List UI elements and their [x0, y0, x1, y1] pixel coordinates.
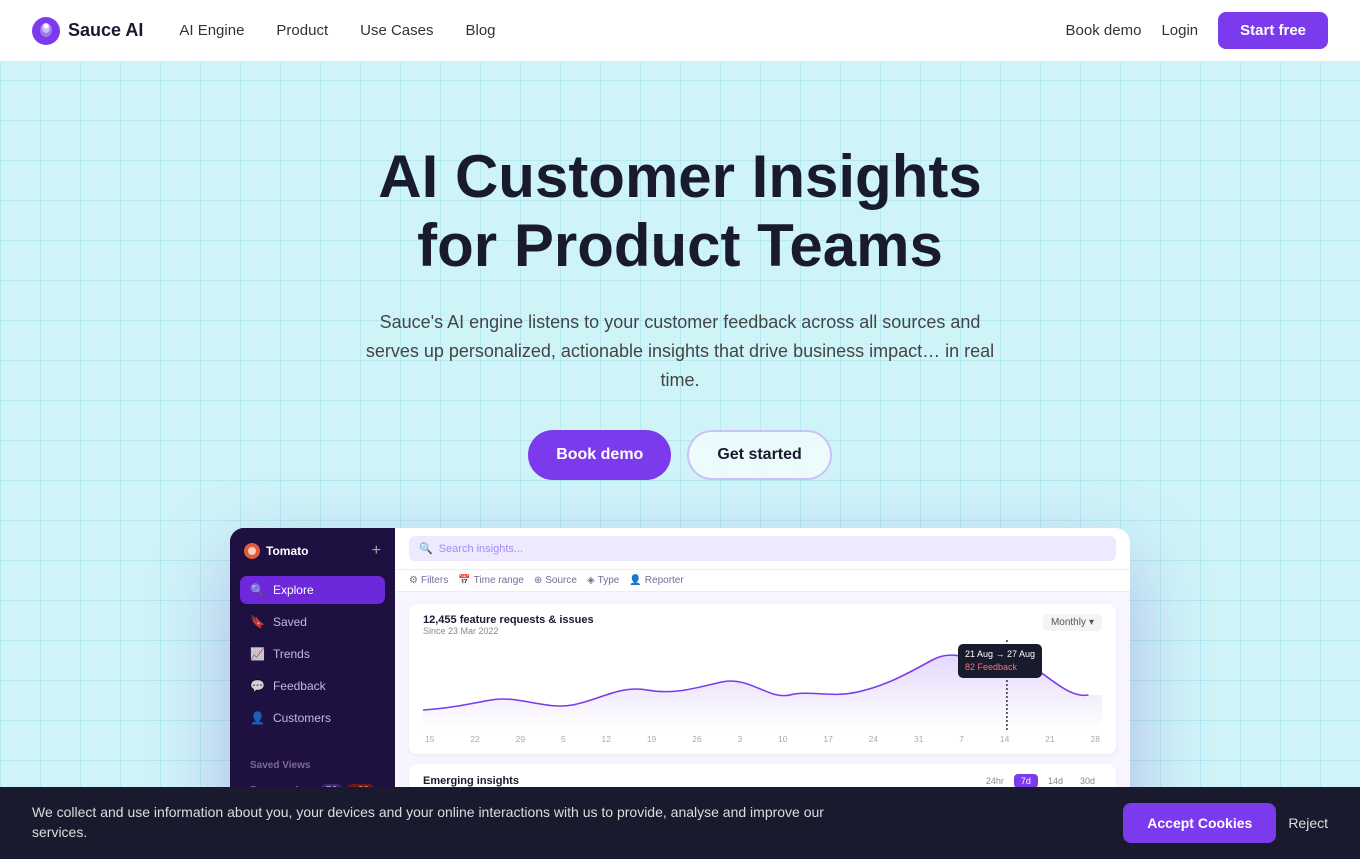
nav-ai-engine[interactable]: AI Engine	[179, 22, 244, 39]
tooltip-date: 21 Aug → 27 Aug	[965, 648, 1035, 661]
saved-icon: 🔖	[250, 615, 265, 629]
nav-login[interactable]: Login	[1161, 22, 1198, 39]
filter-type-label: Type	[598, 575, 620, 586]
reject-cookies-button[interactable]: Reject	[1288, 815, 1328, 831]
source-icon: ⊕	[534, 575, 542, 586]
sidebar-item-feedback[interactable]: 💬 Feedback	[240, 672, 385, 700]
reporter-icon: 👤	[629, 575, 641, 586]
sidebar-item-saved[interactable]: 🔖 Saved	[240, 608, 385, 636]
hero-book-demo-button[interactable]: Book demo	[528, 430, 671, 480]
xaxis-3: 3	[737, 734, 742, 744]
chart-x-axis: 15 22 29 5 12 19 26 3 10 17 24 31	[423, 734, 1102, 744]
xaxis-12: 12	[602, 734, 611, 744]
xaxis-10: 10	[778, 734, 787, 744]
chart-title-wrap: 12,455 feature requests & issues Since 2…	[423, 614, 594, 636]
sidebar-item-customers-label: Customers	[273, 711, 331, 725]
hero-buttons: Book demo Get started	[360, 430, 1000, 480]
chart-area: 21 Aug → 27 Aug 82 Feedback	[423, 640, 1102, 730]
sidebar-header: Tomato +	[240, 542, 385, 560]
calendar-icon: 📅	[458, 575, 470, 586]
xaxis-21: 21	[1045, 734, 1054, 744]
app-toolbar: 🔍 Search insights...	[395, 528, 1130, 570]
search-placeholder: Search insights...	[439, 543, 523, 555]
type-icon: ◈	[587, 575, 595, 586]
xaxis-24: 24	[869, 734, 878, 744]
nav-product[interactable]: Product	[276, 22, 328, 39]
filter-time-range[interactable]: 📅 Time range	[458, 575, 524, 586]
xaxis-17: 17	[823, 734, 832, 744]
sidebar-item-trends[interactable]: 📈 Trends	[240, 640, 385, 668]
filter-reporter[interactable]: 👤 Reporter	[629, 575, 683, 586]
chevron-down-icon: ▾	[1089, 617, 1094, 628]
xaxis-14: 14	[1000, 734, 1009, 744]
chart-subtitle: Since 23 Mar 2022	[423, 626, 594, 636]
nav-left: Sauce AI AI Engine Product Use Cases Blo…	[32, 17, 496, 45]
filter-source-label: Source	[545, 575, 577, 586]
sidebar-item-customers[interactable]: 👤 Customers	[240, 704, 385, 732]
sidebar-brand: Tomato	[244, 543, 308, 559]
cookie-banner: We collect and use information about you…	[0, 787, 1360, 859]
trends-icon: 📈	[250, 647, 265, 661]
sauce-logo-icon	[32, 17, 60, 45]
filter-bar: ⚙ Filters 📅 Time range ⊕ Source ◈ Type	[395, 570, 1130, 592]
sidebar-add-icon[interactable]: +	[372, 542, 381, 560]
cookie-text: We collect and use information about you…	[32, 803, 832, 842]
sidebar-item-trends-label: Trends	[273, 647, 310, 661]
chart-header: 12,455 feature requests & issues Since 2…	[423, 614, 1102, 636]
saved-views-label: Saved Views	[240, 756, 385, 775]
hero-title: AI Customer Insights for Product Teams	[360, 142, 1000, 280]
chart-period-selector[interactable]: Monthly ▾	[1043, 614, 1102, 631]
logo[interactable]: Sauce AI	[32, 17, 143, 45]
navigation: Sauce AI AI Engine Product Use Cases Blo…	[0, 0, 1360, 62]
sidebar-item-saved-label: Saved	[273, 615, 307, 629]
xaxis-26: 26	[692, 734, 701, 744]
nav-use-cases[interactable]: Use Cases	[360, 22, 433, 39]
cookie-buttons: Accept Cookies Reject	[1123, 803, 1328, 843]
xaxis-22: 22	[470, 734, 479, 744]
xaxis-29: 29	[516, 734, 525, 744]
filter-icon: ⚙	[409, 575, 418, 586]
xaxis-31: 31	[914, 734, 923, 744]
chart-title: 12,455 feature requests & issues	[423, 614, 594, 626]
filter-filters[interactable]: ⚙ Filters	[409, 575, 448, 586]
hero-get-started-button[interactable]: Get started	[687, 430, 831, 480]
hero-title-line2: for Product Teams	[417, 212, 943, 279]
xaxis-28: 28	[1090, 734, 1099, 744]
chart-card: 12,455 feature requests & issues Since 2…	[409, 604, 1116, 754]
search-bar[interactable]: 🔍 Search insights...	[409, 536, 1116, 561]
feedback-icon: 💬	[250, 679, 265, 693]
hero-subtitle: Sauce's AI engine listens to your custom…	[360, 308, 1000, 394]
hero-title-line1: AI Customer Insights	[378, 143, 981, 210]
explore-icon: 🔍	[250, 583, 265, 597]
insights-title: Emerging insights	[423, 775, 519, 787]
xaxis-5: 5	[561, 734, 566, 744]
chart-tooltip: 21 Aug → 27 Aug 82 Feedback	[958, 644, 1042, 677]
search-icon: 🔍	[419, 542, 433, 555]
nav-links: AI Engine Product Use Cases Blog	[179, 22, 495, 39]
main-content: AI Customer Insights for Product Teams S…	[0, 0, 1360, 858]
filter-type[interactable]: ◈ Type	[587, 575, 619, 586]
customers-icon: 👤	[250, 711, 265, 725]
sidebar-item-explore-label: Explore	[273, 583, 314, 597]
filter-label: Filters	[421, 575, 448, 586]
nav-book-demo[interactable]: Book demo	[1066, 22, 1142, 39]
xaxis-7: 7	[959, 734, 964, 744]
brand-name: Sauce AI	[68, 20, 143, 41]
start-free-button[interactable]: Start free	[1218, 12, 1328, 49]
nav-blog[interactable]: Blog	[465, 22, 495, 39]
sidebar-brand-name: Tomato	[266, 544, 308, 558]
tooltip-label: 82 Feedback	[965, 661, 1035, 674]
xaxis-19: 19	[647, 734, 656, 744]
chart-period-label: Monthly	[1051, 617, 1086, 628]
accept-cookies-button[interactable]: Accept Cookies	[1123, 803, 1276, 843]
hero-section: AI Customer Insights for Product Teams S…	[340, 62, 1020, 528]
nav-right: Book demo Login Start free	[1066, 12, 1328, 49]
sidebar-item-explore[interactable]: 🔍 Explore	[240, 576, 385, 604]
filter-time-label: Time range	[474, 575, 524, 586]
filter-source[interactable]: ⊕ Source	[534, 575, 577, 586]
filter-reporter-label: Reporter	[645, 575, 684, 586]
brand-dot	[244, 543, 260, 559]
sidebar-item-feedback-label: Feedback	[273, 679, 326, 693]
xaxis-15: 15	[425, 734, 434, 744]
